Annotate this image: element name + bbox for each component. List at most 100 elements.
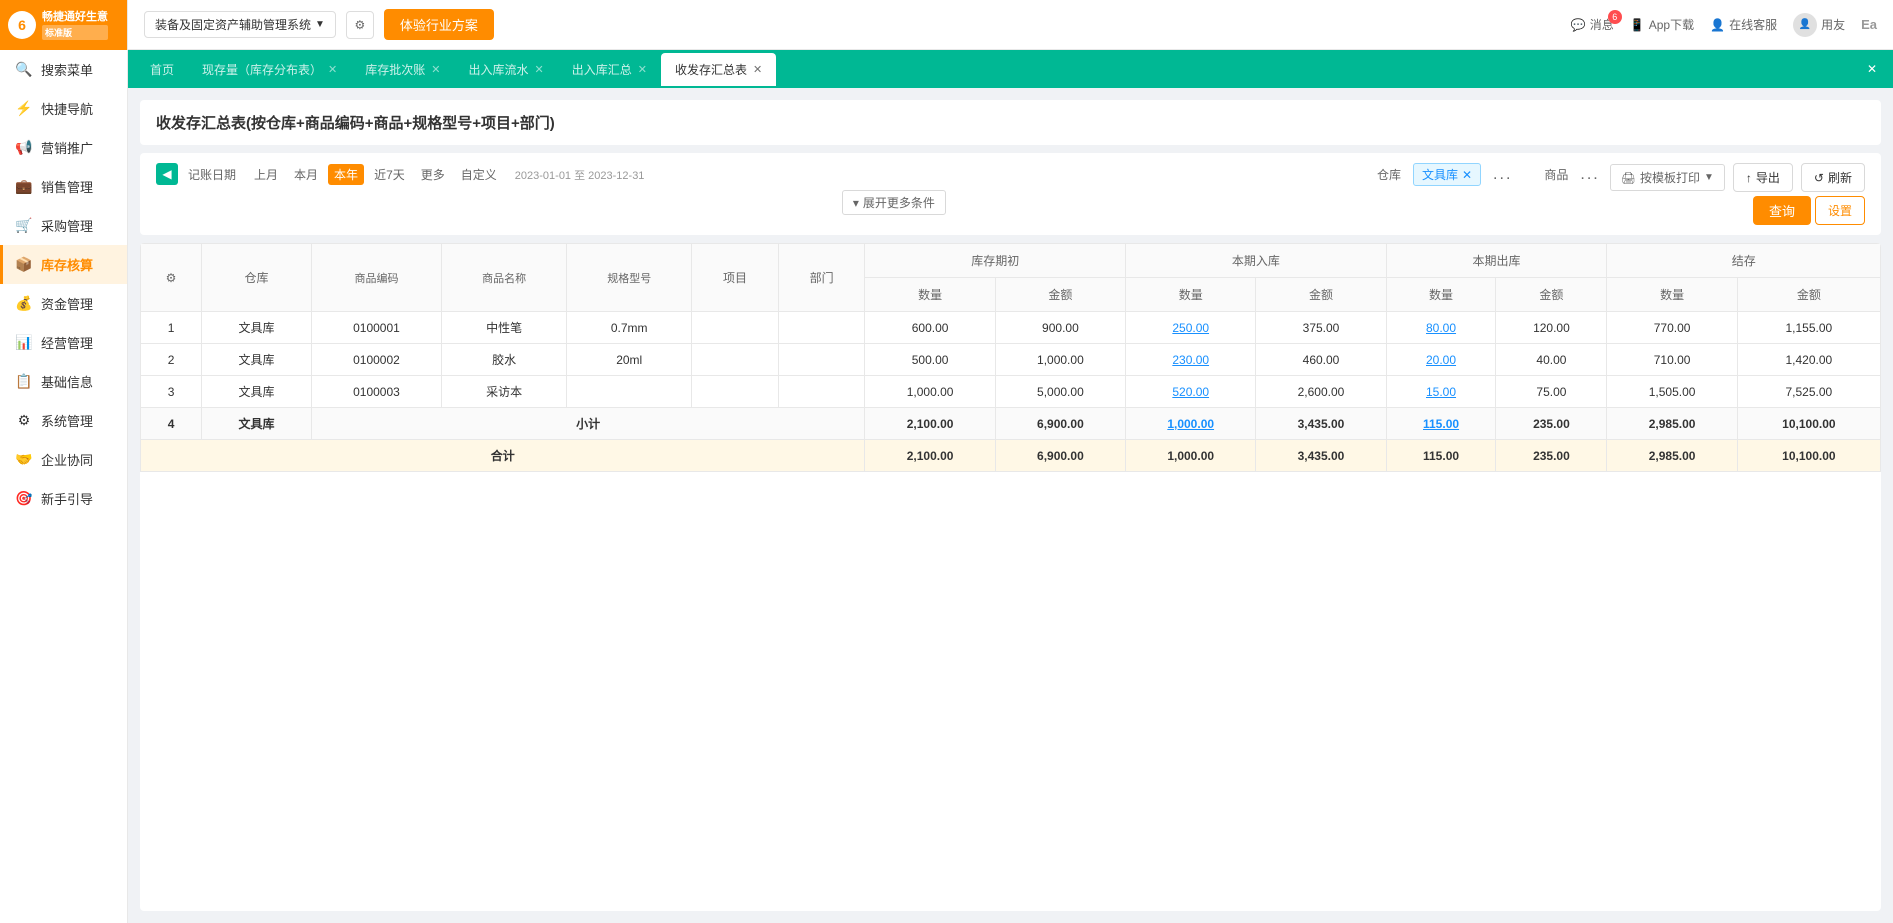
- user-menu[interactable]: 👤 用友: [1793, 13, 1845, 37]
- online-service-label: 在线客服: [1729, 16, 1777, 33]
- row-dept: [778, 376, 865, 408]
- message-button[interactable]: 💬 消息 6: [1571, 16, 1614, 33]
- sidebar-item-sales[interactable]: 💼 销售管理: [0, 167, 127, 206]
- subtotal-out-qty[interactable]: 115.00: [1386, 408, 1496, 440]
- date-opt-more[interactable]: 更多: [415, 164, 451, 185]
- sidebar-item-basic-info[interactable]: 📋 基础信息: [0, 362, 127, 401]
- tab-stock-dist[interactable]: 现存量（库存分布表） ✕: [188, 53, 351, 86]
- export-button[interactable]: ↑ 导出: [1733, 163, 1793, 192]
- printer-icon: 🖨: [1621, 171, 1636, 185]
- sidebar-item-system[interactable]: ⚙ 系统管理: [0, 401, 127, 440]
- sidebar-item-finance[interactable]: 💰 资金管理: [0, 284, 127, 323]
- tab-recv-send[interactable]: 收发存汇总表 ✕: [661, 53, 776, 86]
- data-table: ⚙ 仓库 商品编码 商品名称 规格型号 项目 部门 库存期初 本期入库 本期出库…: [140, 243, 1881, 472]
- refresh-button[interactable]: ↺ 刷新: [1801, 163, 1865, 192]
- row-out-qty[interactable]: 15.00: [1386, 376, 1496, 408]
- app-download-button[interactable]: 📱 App下载: [1630, 16, 1694, 33]
- warehouse-tag-close[interactable]: ✕: [1462, 168, 1472, 182]
- row-open-qty: 600.00: [865, 312, 995, 344]
- sidebar-item-inventory[interactable]: 📦 库存核算: [0, 245, 127, 284]
- date-opt-this-year[interactable]: 本年: [328, 164, 364, 185]
- tab-inout-flow-close[interactable]: ✕: [535, 63, 544, 76]
- row-open-amt: 900.00: [995, 312, 1125, 344]
- sidebar-item-quick-nav[interactable]: ⚡ 快捷导航: [0, 89, 127, 128]
- row-out-qty[interactable]: 20.00: [1386, 344, 1496, 376]
- page-header: 收发存汇总表(按仓库+商品编码+商品+规格型号+项目+部门): [140, 100, 1881, 145]
- tab-batch[interactable]: 库存批次账 ✕: [351, 53, 454, 86]
- row-warehouse: 文具库: [202, 344, 312, 376]
- sidebar-item-newcomer[interactable]: 🎯 新手引导: [0, 479, 127, 518]
- date-opt-7days[interactable]: 近7天: [368, 164, 411, 185]
- clipboard-icon: 📋: [15, 373, 33, 390]
- row-in-qty[interactable]: 520.00: [1126, 376, 1256, 408]
- row-in-qty[interactable]: 250.00: [1126, 312, 1256, 344]
- row-no: 3: [141, 376, 202, 408]
- expand-button[interactable]: ▾ 展开更多条件: [842, 190, 946, 215]
- tab-home[interactable]: 首页: [136, 53, 188, 86]
- tab-close-all[interactable]: ✕: [1859, 58, 1885, 80]
- trial-button[interactable]: 体验行业方案: [384, 9, 494, 40]
- row-project: [692, 344, 779, 376]
- tab-recv-send-close[interactable]: ✕: [753, 63, 762, 76]
- system-selector[interactable]: 装备及固定资产辅助管理系统 ▼: [144, 11, 336, 38]
- tab-inout-sum-close[interactable]: ✕: [638, 63, 647, 76]
- sidebar-item-marketing[interactable]: 📢 营销推广: [0, 128, 127, 167]
- date-range: 2023-01-01 至 2023-12-31: [515, 167, 645, 183]
- subtotal-in-qty[interactable]: 1,000.00: [1126, 408, 1256, 440]
- table-row: 2 文具库 0100002 胶水 20ml 500.00 1,000.00 23…: [141, 344, 1881, 376]
- setting-button[interactable]: 设置: [1815, 196, 1865, 225]
- print-chevron: ▼: [1704, 172, 1714, 183]
- total-label: 合计: [141, 440, 865, 472]
- briefcase-icon: 💼: [15, 178, 33, 195]
- date-opt-this-month[interactable]: 本月: [288, 164, 324, 185]
- date-opt-last-month[interactable]: 上月: [248, 164, 284, 185]
- tab-stock-dist-close[interactable]: ✕: [328, 63, 337, 76]
- row-code: 0100002: [311, 344, 441, 376]
- print-button[interactable]: 🖨 按模板打印 ▼: [1610, 164, 1725, 191]
- row-close-qty: 770.00: [1607, 312, 1737, 344]
- row-close-amt: 1,420.00: [1737, 344, 1880, 376]
- row-no: 1: [141, 312, 202, 344]
- sidebar-item-enterprise[interactable]: 🤝 企业协同: [0, 440, 127, 479]
- row-out-qty[interactable]: 80.00: [1386, 312, 1496, 344]
- expand-row: ▾ 展开更多条件: [188, 190, 1600, 215]
- goods-more-button[interactable]: ...: [1580, 166, 1599, 184]
- query-button[interactable]: 查询: [1753, 196, 1811, 225]
- th-outbound-group: 本期出库: [1386, 244, 1607, 278]
- tab-inout-sum[interactable]: 出入库汇总 ✕: [558, 53, 661, 86]
- tab-batch-close[interactable]: ✕: [431, 63, 440, 76]
- tab-inout-flow[interactable]: 出入库流水 ✕: [454, 53, 557, 86]
- warehouse-tag: 文具库 ✕: [1413, 163, 1481, 186]
- subtotal-close-amt: 10,100.00: [1737, 408, 1880, 440]
- export-icon: ↑: [1746, 171, 1752, 185]
- cart-icon: 🛒: [15, 217, 33, 234]
- row-name: 中性笔: [442, 312, 567, 344]
- row-warehouse: 文具库: [202, 376, 312, 408]
- sidebar-item-label: 基础信息: [41, 372, 93, 391]
- th-open-qty: 数量: [865, 278, 995, 312]
- row-open-amt: 1,000.00: [995, 344, 1125, 376]
- row-dept: [778, 312, 865, 344]
- sidebar: 6 畅捷通好生意 标准版 🔍 搜索菜单 ⚡ 快捷导航 📢 营销推广 💼 销售管理…: [0, 0, 128, 923]
- topbar-left: 装备及固定资产辅助管理系统 ▼ ⚙ 体验行业方案: [144, 9, 494, 40]
- sidebar-item-search[interactable]: 🔍 搜索菜单: [0, 50, 127, 89]
- main-content: 装备及固定资产辅助管理系统 ▼ ⚙ 体验行业方案 💬 消息 6 📱 App下载 …: [128, 0, 1893, 923]
- warehouse-more-button[interactable]: ...: [1493, 166, 1512, 184]
- th-warehouse: 仓库: [202, 244, 312, 312]
- filter-collapse-button[interactable]: ◀: [156, 163, 178, 185]
- subtotal-open-amt: 6,900.00: [995, 408, 1125, 440]
- row-in-qty[interactable]: 230.00: [1126, 344, 1256, 376]
- row-close-qty: 1,505.00: [1607, 376, 1737, 408]
- sidebar-item-business[interactable]: 📊 经营管理: [0, 323, 127, 362]
- handshake-icon: 🤝: [15, 451, 33, 468]
- online-service-button[interactable]: 👤 在线客服: [1710, 16, 1777, 33]
- row-open-qty: 500.00: [865, 344, 995, 376]
- money-icon: 💰: [15, 295, 33, 312]
- date-opt-custom[interactable]: 自定义: [455, 164, 503, 185]
- th-code: 商品编码: [311, 244, 441, 312]
- th-closing-group: 结存: [1607, 244, 1881, 278]
- settings-button[interactable]: ⚙: [346, 11, 374, 39]
- gear-settings-icon[interactable]: ⚙: [166, 271, 177, 285]
- sidebar-item-purchase[interactable]: 🛒 采购管理: [0, 206, 127, 245]
- warehouse-value: 文具库: [1422, 166, 1458, 183]
